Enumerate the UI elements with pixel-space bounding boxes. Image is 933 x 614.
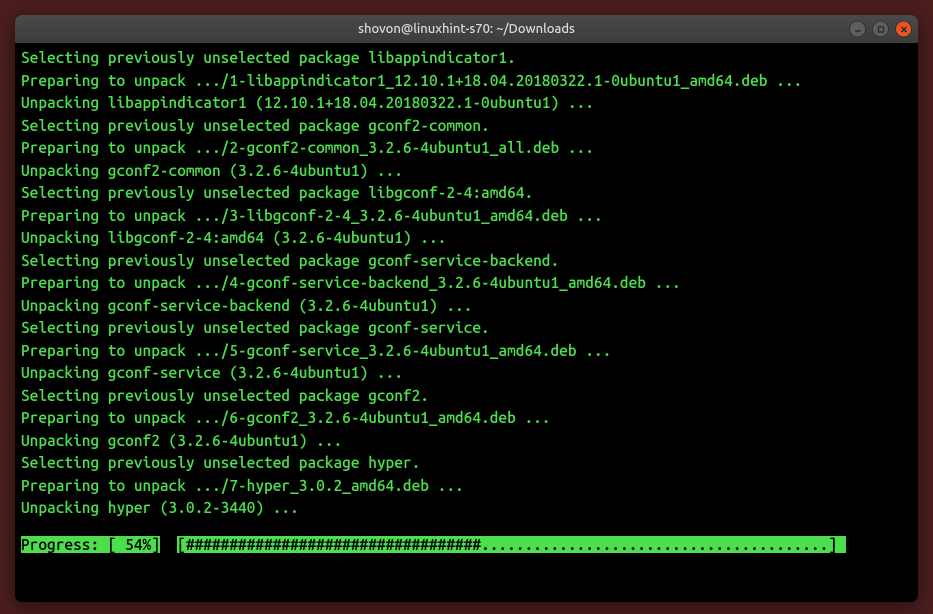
- terminal-line: Unpacking gconf2 (3.2.6-4ubuntu1) ...: [21, 430, 912, 453]
- terminal-output: Selecting previously unselected package …: [21, 47, 912, 520]
- terminal-line: Preparing to unpack .../1-libappindicato…: [21, 70, 912, 93]
- terminal-line: Unpacking libappindicator1 (12.10.1+18.0…: [21, 92, 912, 115]
- window-controls: [849, 21, 912, 38]
- terminal-line: Selecting previously unselected package …: [21, 250, 912, 273]
- terminal-window: shovon@linuxhint-s70: ~/Downloads Select…: [15, 15, 918, 602]
- terminal-line: Selecting previously unselected package …: [21, 182, 912, 205]
- terminal-line: Selecting previously unselected package …: [21, 115, 912, 138]
- terminal-line: Unpacking gconf-service (3.2.6-4ubuntu1)…: [21, 362, 912, 385]
- terminal-line: Selecting previously unselected package …: [21, 385, 912, 408]
- progress-row: Progress: [ 54%] [######################…: [21, 534, 912, 557]
- terminal-line: Preparing to unpack .../7-hyper_3.0.2_am…: [21, 475, 912, 498]
- terminal-line: Preparing to unpack .../6-gconf2_3.2.6-4…: [21, 407, 912, 430]
- terminal-line: Preparing to unpack .../3-libgconf-2-4_3…: [21, 205, 912, 228]
- terminal-line: Unpacking gconf2-common (3.2.6-4ubuntu1)…: [21, 160, 912, 183]
- minimize-button[interactable]: [849, 21, 866, 38]
- maximize-button[interactable]: [872, 21, 889, 38]
- window-title: shovon@linuxhint-s70: ~/Downloads: [358, 22, 575, 36]
- terminal-line: Preparing to unpack .../5-gconf-service_…: [21, 340, 912, 363]
- titlebar[interactable]: shovon@linuxhint-s70: ~/Downloads: [15, 15, 918, 43]
- terminal-line: Selecting previously unselected package …: [21, 317, 912, 340]
- terminal-body[interactable]: Selecting previously unselected package …: [15, 43, 918, 602]
- terminal-line: Selecting previously unselected package …: [21, 452, 912, 475]
- terminal-line: Preparing to unpack .../2-gconf2-common_…: [21, 137, 912, 160]
- terminal-line: Unpacking gconf-service-backend (3.2.6-4…: [21, 295, 912, 318]
- terminal-line: Selecting previously unselected package …: [21, 47, 912, 70]
- progress-bar: [##################################.....…: [177, 536, 845, 553]
- progress-spacer: [160, 536, 177, 553]
- progress-label: Progress: [ 54%]: [21, 536, 160, 553]
- terminal-line: Preparing to unpack .../4-gconf-service-…: [21, 272, 912, 295]
- terminal-line: Unpacking hyper (3.0.2-3440) ...: [21, 497, 912, 520]
- terminal-line: Unpacking libgconf-2-4:amd64 (3.2.6-4ubu…: [21, 227, 912, 250]
- close-button[interactable]: [895, 21, 912, 38]
